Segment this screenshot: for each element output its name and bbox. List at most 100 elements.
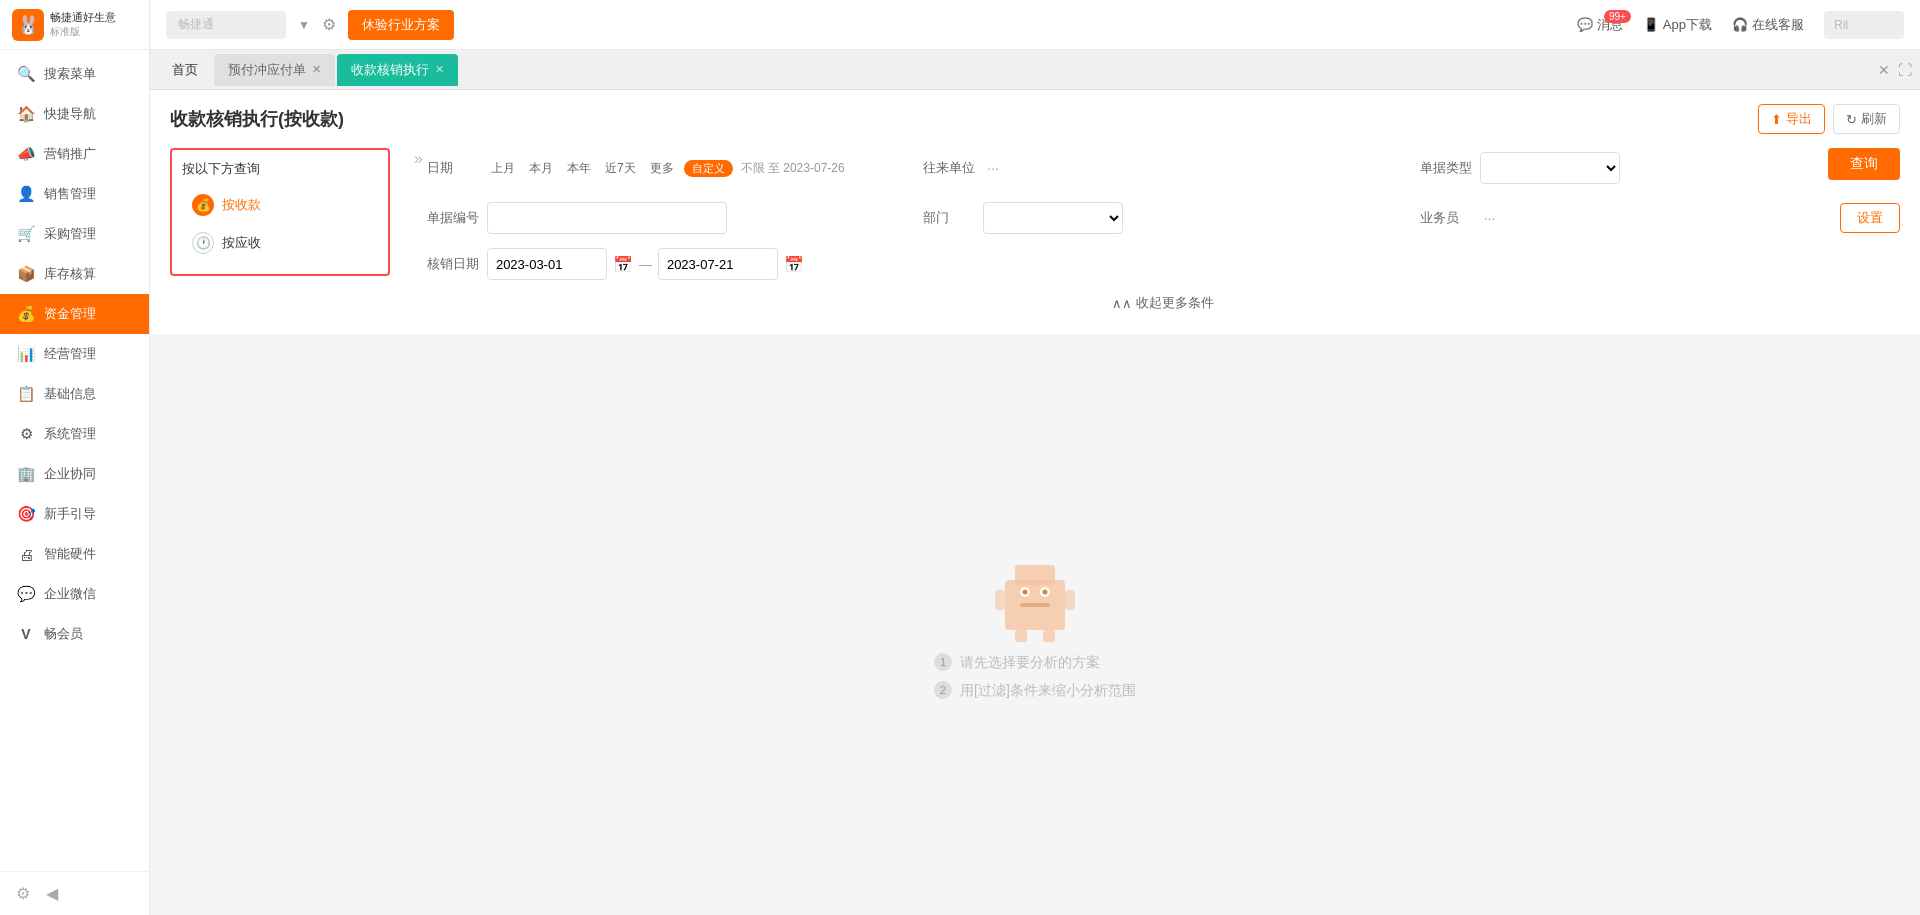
sidebar-item-finance[interactable]: 💰 资金管理 bbox=[0, 294, 149, 334]
sidebar-item-label: 销售管理 bbox=[44, 185, 96, 203]
collapse-filter-arrow[interactable]: » bbox=[410, 148, 427, 170]
logo-sub: 标准版 bbox=[50, 25, 116, 39]
sidebar-item-sales[interactable]: 👤 销售管理 bbox=[0, 174, 149, 214]
filter-panel: 按以下方查询 💰 按收款 🕐 按应收 » 日期 bbox=[150, 134, 1920, 334]
dropdown-icon[interactable]: ▼ bbox=[298, 18, 310, 32]
message-button[interactable]: 💬 消息 99+ bbox=[1577, 16, 1623, 34]
tab-prepay-close[interactable]: ✕ bbox=[312, 63, 321, 76]
sidebar-item-system[interactable]: ⚙ 系统管理 bbox=[0, 414, 149, 454]
sidebar-bottom: ⚙ ◀ bbox=[0, 871, 149, 915]
this-year-btn[interactable]: 本年 bbox=[563, 158, 595, 179]
setting-button[interactable]: 设置 bbox=[1840, 203, 1900, 233]
filter-panel-title: 按以下方查询 bbox=[182, 160, 378, 178]
sidebar-item-wechat[interactable]: 💬 企业微信 bbox=[0, 574, 149, 614]
maximize-button[interactable]: ⛶ bbox=[1898, 62, 1912, 78]
export-icon: ⬆ bbox=[1771, 112, 1782, 127]
sidebar-item-search[interactable]: 🔍 搜索菜单 bbox=[0, 54, 149, 94]
dept-field: 部门 bbox=[923, 202, 1403, 234]
sidebar-item-label: 新手引导 bbox=[44, 505, 96, 523]
setting-action-col: 设置 bbox=[1820, 203, 1900, 233]
end-calendar-icon[interactable]: 📅 bbox=[784, 255, 804, 274]
sidebar-item-quick-nav[interactable]: 🏠 快捷导航 bbox=[0, 94, 149, 134]
tip-text-2: 用[过滤]条件来缩小分析范围 bbox=[960, 676, 1136, 704]
user-menu[interactable]: Rit bbox=[1824, 11, 1904, 39]
close-all-tabs-button[interactable]: ✕ bbox=[1878, 62, 1890, 78]
tab-prepay[interactable]: 预付冲应付单 ✕ bbox=[214, 54, 335, 86]
sidebar-item-label: 采购管理 bbox=[44, 225, 96, 243]
corp-icon: 🏢 bbox=[16, 464, 36, 484]
filter-row-1: 日期 上月 本月 本年 近7天 更多 自定义 不限 至 2023-07-26 往… bbox=[427, 148, 1900, 188]
writeoff-date-label: 核销日期 bbox=[427, 255, 479, 273]
receivable-icon: 🕐 bbox=[192, 232, 214, 254]
last-7days-btn[interactable]: 近7天 bbox=[601, 158, 640, 179]
refresh-button[interactable]: ↻ 刷新 bbox=[1833, 104, 1900, 134]
online-service-button[interactable]: 🎧 在线客服 bbox=[1732, 16, 1804, 34]
custom-date-badge[interactable]: 自定义 bbox=[684, 160, 733, 177]
last-month-btn[interactable]: 上月 bbox=[487, 158, 519, 179]
counterparty-label: 往来单位 bbox=[923, 159, 975, 177]
empty-tip-1: 1 请先选择要分析的方案 bbox=[934, 648, 1136, 676]
app-label: App下载 bbox=[1663, 16, 1712, 34]
sidebar-item-label: 系统管理 bbox=[44, 425, 96, 443]
sales-icon: 👤 bbox=[16, 184, 36, 204]
sidebar-item-member[interactable]: V 畅会员 bbox=[0, 614, 149, 654]
gear-icon[interactable]: ⚙ bbox=[322, 15, 336, 34]
start-calendar-icon[interactable]: 📅 bbox=[613, 255, 633, 274]
counterparty-ellipsis[interactable]: ··· bbox=[983, 160, 1003, 176]
sidebar-item-hardware[interactable]: 🖨 智能硬件 bbox=[0, 534, 149, 574]
sidebar-item-marketing[interactable]: 📣 营销推广 bbox=[0, 134, 149, 174]
dept-select[interactable] bbox=[983, 202, 1123, 234]
tab-home[interactable]: 首页 bbox=[158, 54, 212, 86]
writeoff-start-input[interactable] bbox=[487, 248, 607, 280]
doc-type-select[interactable] bbox=[1480, 152, 1620, 184]
sidebar-item-label: 智能硬件 bbox=[44, 545, 96, 563]
query-button[interactable]: 查询 bbox=[1828, 148, 1900, 180]
topbar: 畅捷通 ▼ ⚙ 休验行业方案 💬 消息 99+ 📱 App下载 🎧 在线客服 R… bbox=[150, 0, 1920, 50]
this-month-btn[interactable]: 本月 bbox=[525, 158, 557, 179]
staff-field: 业务员 ··· bbox=[1420, 209, 1804, 227]
empty-state: 1 请先选择要分析的方案 2 用[过滤]条件来缩小分析范围 bbox=[150, 334, 1920, 915]
date-range-dash: — bbox=[639, 257, 652, 272]
collapse-more-button[interactable]: ∧∧ 收起更多条件 bbox=[1112, 294, 1214, 312]
solution-button[interactable]: 休验行业方案 bbox=[348, 10, 454, 40]
more-dates-btn[interactable]: 更多 bbox=[646, 158, 678, 179]
sidebar-item-inventory[interactable]: 📦 库存核算 bbox=[0, 254, 149, 294]
sidebar-item-operations[interactable]: 📊 经营管理 bbox=[0, 334, 149, 374]
filter-option-by-receivable[interactable]: 🕐 按应收 bbox=[182, 226, 378, 260]
sidebar-item-guide[interactable]: 🎯 新手引导 bbox=[0, 494, 149, 534]
collapse-sidebar-icon[interactable]: ◀ bbox=[46, 884, 58, 903]
page-title: 收款核销执行(按收款) bbox=[170, 107, 344, 131]
settings-icon[interactable]: ⚙ bbox=[16, 884, 30, 903]
filter-row-3: 核销日期 📅 — 📅 bbox=[427, 248, 1900, 280]
main-area: 畅捷通 ▼ ⚙ 休验行业方案 💬 消息 99+ 📱 App下载 🎧 在线客服 R… bbox=[150, 0, 1920, 915]
service-label: 在线客服 bbox=[1752, 16, 1804, 34]
user-name: Rit bbox=[1834, 18, 1849, 32]
tab-receipt-offset[interactable]: 收款核销执行 ✕ bbox=[337, 54, 458, 86]
app-icon: 📱 bbox=[1643, 17, 1659, 32]
filter-fields: 日期 上月 本月 本年 近7天 更多 自定义 不限 至 2023-07-26 往… bbox=[427, 148, 1900, 320]
doc-no-input[interactable] bbox=[487, 202, 727, 234]
filter-row-2: 单据编号 部门 业务员 ··· 设置 bbox=[427, 202, 1900, 234]
chevron-up-icon: ∧∧ bbox=[1112, 296, 1132, 311]
sidebar-item-basic-info[interactable]: 📋 基础信息 bbox=[0, 374, 149, 414]
tab-receipt-offset-close[interactable]: ✕ bbox=[435, 63, 444, 76]
sidebar-item-label: 营销推广 bbox=[44, 145, 96, 163]
export-button[interactable]: ⬆ 导出 bbox=[1758, 104, 1825, 134]
sidebar-item-label: 快捷导航 bbox=[44, 105, 96, 123]
brand-label: 畅捷通 bbox=[178, 16, 214, 33]
date-field: 日期 上月 本月 本年 近7天 更多 自定义 不限 至 2023-07-26 bbox=[427, 158, 907, 179]
tabbar: 首页 预付冲应付单 ✕ 收款核销执行 ✕ ✕ ⛶ bbox=[150, 50, 1920, 90]
filter-option-by-receipt[interactable]: 💰 按收款 bbox=[182, 188, 378, 222]
writeoff-end-input[interactable] bbox=[658, 248, 778, 280]
doc-type-label: 单据类型 bbox=[1420, 159, 1472, 177]
staff-ellipsis[interactable]: ··· bbox=[1480, 210, 1500, 226]
system-icon: ⚙ bbox=[16, 424, 36, 444]
sidebar-item-corp[interactable]: 🏢 企业协同 bbox=[0, 454, 149, 494]
brand-selector[interactable]: 畅捷通 bbox=[166, 11, 286, 39]
writeoff-date-field: 核销日期 📅 — 📅 bbox=[427, 248, 1900, 280]
refresh-label: 刷新 bbox=[1861, 110, 1887, 128]
app-download-button[interactable]: 📱 App下载 bbox=[1643, 16, 1712, 34]
sidebar-item-label: 企业协同 bbox=[44, 465, 96, 483]
sidebar-item-purchase[interactable]: 🛒 采购管理 bbox=[0, 214, 149, 254]
doc-no-label: 单据编号 bbox=[427, 209, 479, 227]
